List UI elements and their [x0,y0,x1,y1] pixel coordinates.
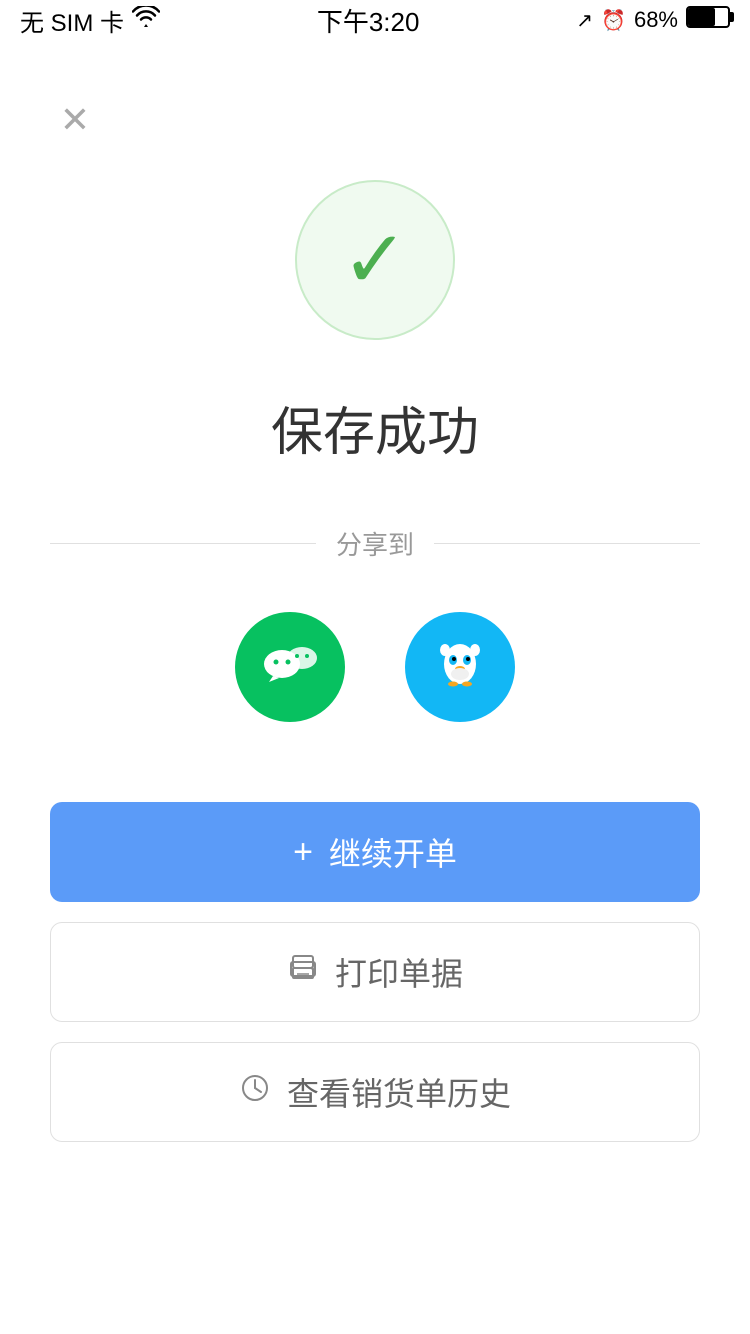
print-receipt-label: 打印单据 [335,949,463,995]
wifi-icon [132,6,160,35]
history-icon [239,1072,271,1112]
continue-order-button[interactable]: + 继续开单 [50,802,700,902]
view-history-label: 查看销货单历史 [287,1069,511,1115]
battery-icon [686,6,730,34]
no-sim-label: 无 SIM 卡 [20,3,124,38]
main-content: ✕ ✓ 保存成功 分享到 [0,40,750,1334]
status-bar: 无 SIM 卡 下午3:20 ↗ ⏰ 68% [0,0,750,40]
close-icon: ✕ [60,102,90,138]
qq-share-button[interactable] [405,612,515,722]
view-history-button[interactable]: 查看销货单历史 [50,1042,700,1142]
wechat-share-button[interactable] [235,612,345,722]
continue-order-label: 继续开单 [329,829,457,875]
continue-order-icon: + [293,833,313,872]
alarm-icon: ⏰ [601,8,626,33]
divider-line-left [50,543,316,544]
status-time: 下午3:20 [317,2,420,39]
checkmark-icon: ✓ [341,220,408,300]
share-label: 分享到 [336,525,414,562]
close-button[interactable]: ✕ [50,95,100,145]
battery-percent: 68% [634,7,678,33]
print-icon [287,952,319,992]
status-left: 无 SIM 卡 [20,3,160,38]
status-right: ↗ ⏰ 68% [576,6,730,34]
success-circle: ✓ [295,180,455,340]
divider-line-right [434,543,700,544]
share-divider: 分享到 [50,525,700,562]
print-receipt-button[interactable]: 打印单据 [50,922,700,1022]
location-icon: ↗ [576,8,593,33]
success-title: 保存成功 [271,390,479,465]
action-buttons: + 继续开单 打印单据 [50,802,700,1142]
share-icons-row [235,612,515,722]
